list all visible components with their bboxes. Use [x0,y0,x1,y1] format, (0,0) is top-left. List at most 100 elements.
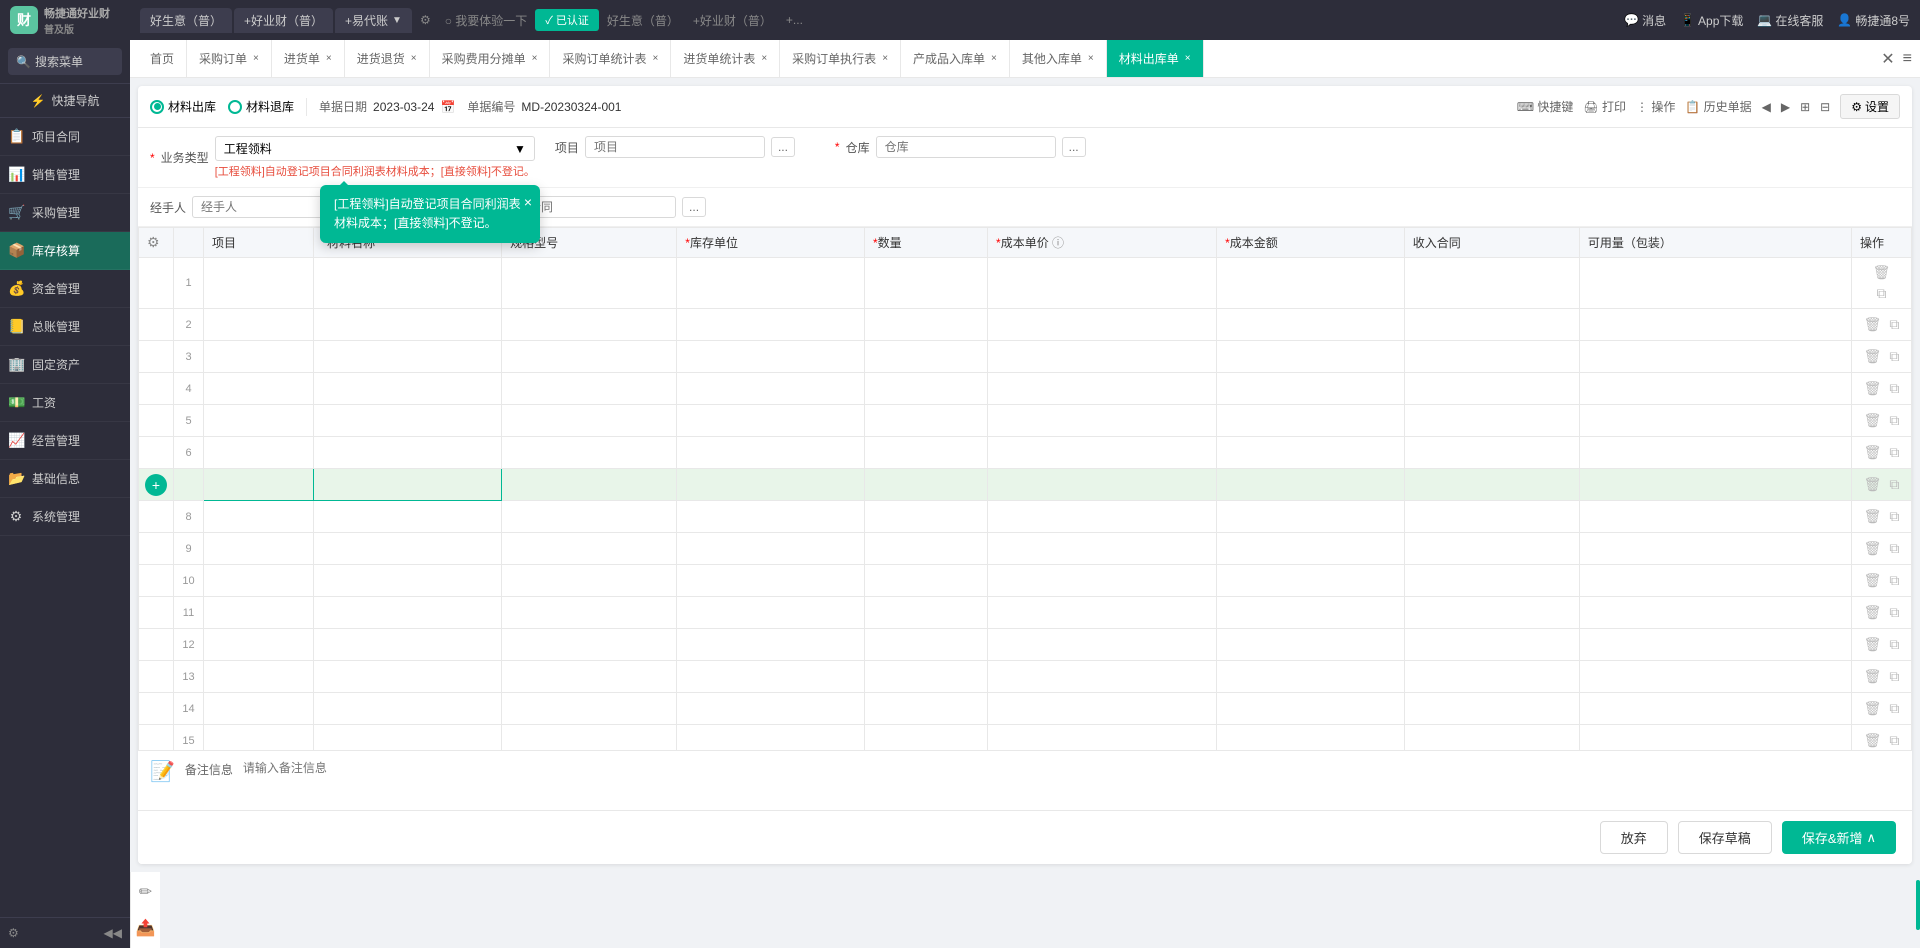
td-cost-price[interactable] [988,629,1217,661]
income-contract-ellipsis-btn[interactable]: ... [682,197,706,217]
td-available-qty[interactable] [1579,693,1851,725]
tab-close-icon[interactable]: × [1088,53,1094,64]
td-cost-price[interactable] [988,341,1217,373]
td-cost-price[interactable] [988,309,1217,341]
td-spec[interactable] [502,661,677,693]
td-unit[interactable] [677,597,865,629]
sidebar-item-operations[interactable]: 📈 经营管理 [0,422,130,460]
td-spec[interactable] [502,258,677,309]
tab-close-active-icon[interactable]: × [1185,53,1191,64]
delete-row-btn[interactable]: 🗑 [1860,410,1886,431]
td-cost-amount[interactable] [1217,437,1405,469]
td-unit[interactable] [677,501,865,533]
tab-other-in[interactable]: 其他入库单 × [1010,40,1107,78]
discard-btn[interactable]: 放弃 [1600,821,1668,854]
td-available-qty[interactable] [1579,405,1851,437]
prev-btn[interactable]: ◀ [1762,100,1771,114]
td-project[interactable] [204,309,314,341]
td-project[interactable] [204,533,314,565]
td-qty[interactable] [864,501,987,533]
td-spec[interactable] [502,693,677,725]
td-income-contract[interactable] [1404,533,1579,565]
td-spec[interactable] [502,533,677,565]
td-cost-amount[interactable] [1217,533,1405,565]
td-project[interactable] [204,373,314,405]
td-cost-amount[interactable] [1217,565,1405,597]
sidebar-collapse-btn[interactable]: ◀◀ [104,926,122,940]
history-bill-btn[interactable]: 📋 历史单据 [1685,98,1751,115]
td-unit[interactable] [677,725,865,751]
td-project[interactable] [204,258,314,309]
td-income-contract[interactable] [1404,597,1579,629]
td-cost-amount[interactable] [1217,405,1405,437]
td-unit[interactable] [677,693,865,725]
copy-row-btn[interactable]: ⧉ [1885,314,1903,335]
td-available-qty[interactable] [1579,309,1851,341]
delete-row-btn[interactable]: 🗑 [1860,378,1886,399]
td-project[interactable] [204,565,314,597]
delete-row-btn[interactable]: 🗑 [1860,474,1886,495]
td-cost-price[interactable] [988,405,1217,437]
sidebar-item-purchase[interactable]: 🛒 采购管理 [0,194,130,232]
td-cost-amount[interactable] [1217,661,1405,693]
td-income-contract[interactable] [1404,501,1579,533]
td-project[interactable] [204,341,314,373]
tab-close-icon[interactable]: × [253,53,259,64]
sidebar-item-sales[interactable]: 📊 销售管理 [0,156,130,194]
td-cost-price[interactable] [988,437,1217,469]
top-tab-haoshengyi2[interactable]: 好生意（普） [601,12,685,29]
sidebar-item-accounting[interactable]: 📒 总账管理 [0,308,130,346]
td-cost-amount[interactable] [1217,501,1405,533]
tab-close-icon[interactable]: × [326,53,332,64]
td-spec[interactable] [502,565,677,597]
td-qty[interactable] [864,661,987,693]
tooltip-close-btn[interactable]: × [524,191,532,213]
right-panel-export-btn[interactable]: 📤 [134,916,158,940]
td-income-contract-active[interactable] [1404,469,1579,501]
delete-row-btn[interactable]: 🗑 [1860,570,1886,591]
td-available-qty[interactable] [1579,725,1851,751]
td-income-contract[interactable] [1404,405,1579,437]
print-btn[interactable]: 🖨 打印 [1583,98,1626,115]
delete-row-btn[interactable]: 🗑 [1860,634,1886,655]
td-income-contract[interactable] [1404,437,1579,469]
td-available-qty-active[interactable] [1579,469,1851,501]
td-spec[interactable] [502,501,677,533]
tab-purchase-expense[interactable]: 采购费用分摊单 × [430,40,551,78]
td-qty[interactable] [864,725,987,751]
sidebar-item-salary[interactable]: 💵 工资 [0,384,130,422]
copy-row-btn[interactable]: ⧉ [1885,730,1903,750]
td-project[interactable] [204,725,314,751]
warehouse-input[interactable] [876,136,1056,158]
copy-row-btn[interactable]: ⧉ [1885,570,1903,591]
td-cost-amount[interactable] [1217,373,1405,405]
cost-price-info-icon[interactable]: ⓘ [1052,236,1064,250]
tab-purchase-stats[interactable]: 采购订单统计表 × [550,40,671,78]
td-income-contract[interactable] [1404,661,1579,693]
tab-product-in[interactable]: 产成品入库单 × [901,40,1010,78]
copy-row-btn[interactable]: ⧉ [1885,538,1903,559]
td-qty-active[interactable] [864,469,987,501]
td-material[interactable] [314,661,502,693]
td-qty[interactable] [864,629,987,661]
td-income-contract[interactable] [1404,629,1579,661]
td-unit[interactable] [677,437,865,469]
tab-purchase-exec[interactable]: 采购订单执行表 × [780,40,901,78]
td-available-qty[interactable] [1579,533,1851,565]
quick-nav-btn[interactable]: ⚡ 快捷导航 [0,84,130,118]
td-qty[interactable] [864,437,987,469]
save-new-btn[interactable]: 保存&新增 ∧ [1782,821,1896,854]
top-tab-haoshengyi[interactable]: 好生意（普） [140,8,232,33]
td-income-contract[interactable] [1404,373,1579,405]
sidebar-item-project[interactable]: 📋 项目合同 [0,118,130,156]
sidebar-item-inventory[interactable]: 📦 库存核算 [0,232,130,270]
operations-btn[interactable]: ⋮ 操作 [1636,98,1675,115]
td-unit[interactable] [677,661,865,693]
td-project[interactable] [204,629,314,661]
td-project[interactable] [204,597,314,629]
td-spec[interactable] [502,725,677,751]
copy-row-btn[interactable]: ⧉ [1885,634,1903,655]
project-ellipsis-btn[interactable]: ... [771,137,795,157]
calendar-icon[interactable]: 📅 [440,100,455,114]
delete-row-btn[interactable]: 🗑 [1860,666,1886,687]
